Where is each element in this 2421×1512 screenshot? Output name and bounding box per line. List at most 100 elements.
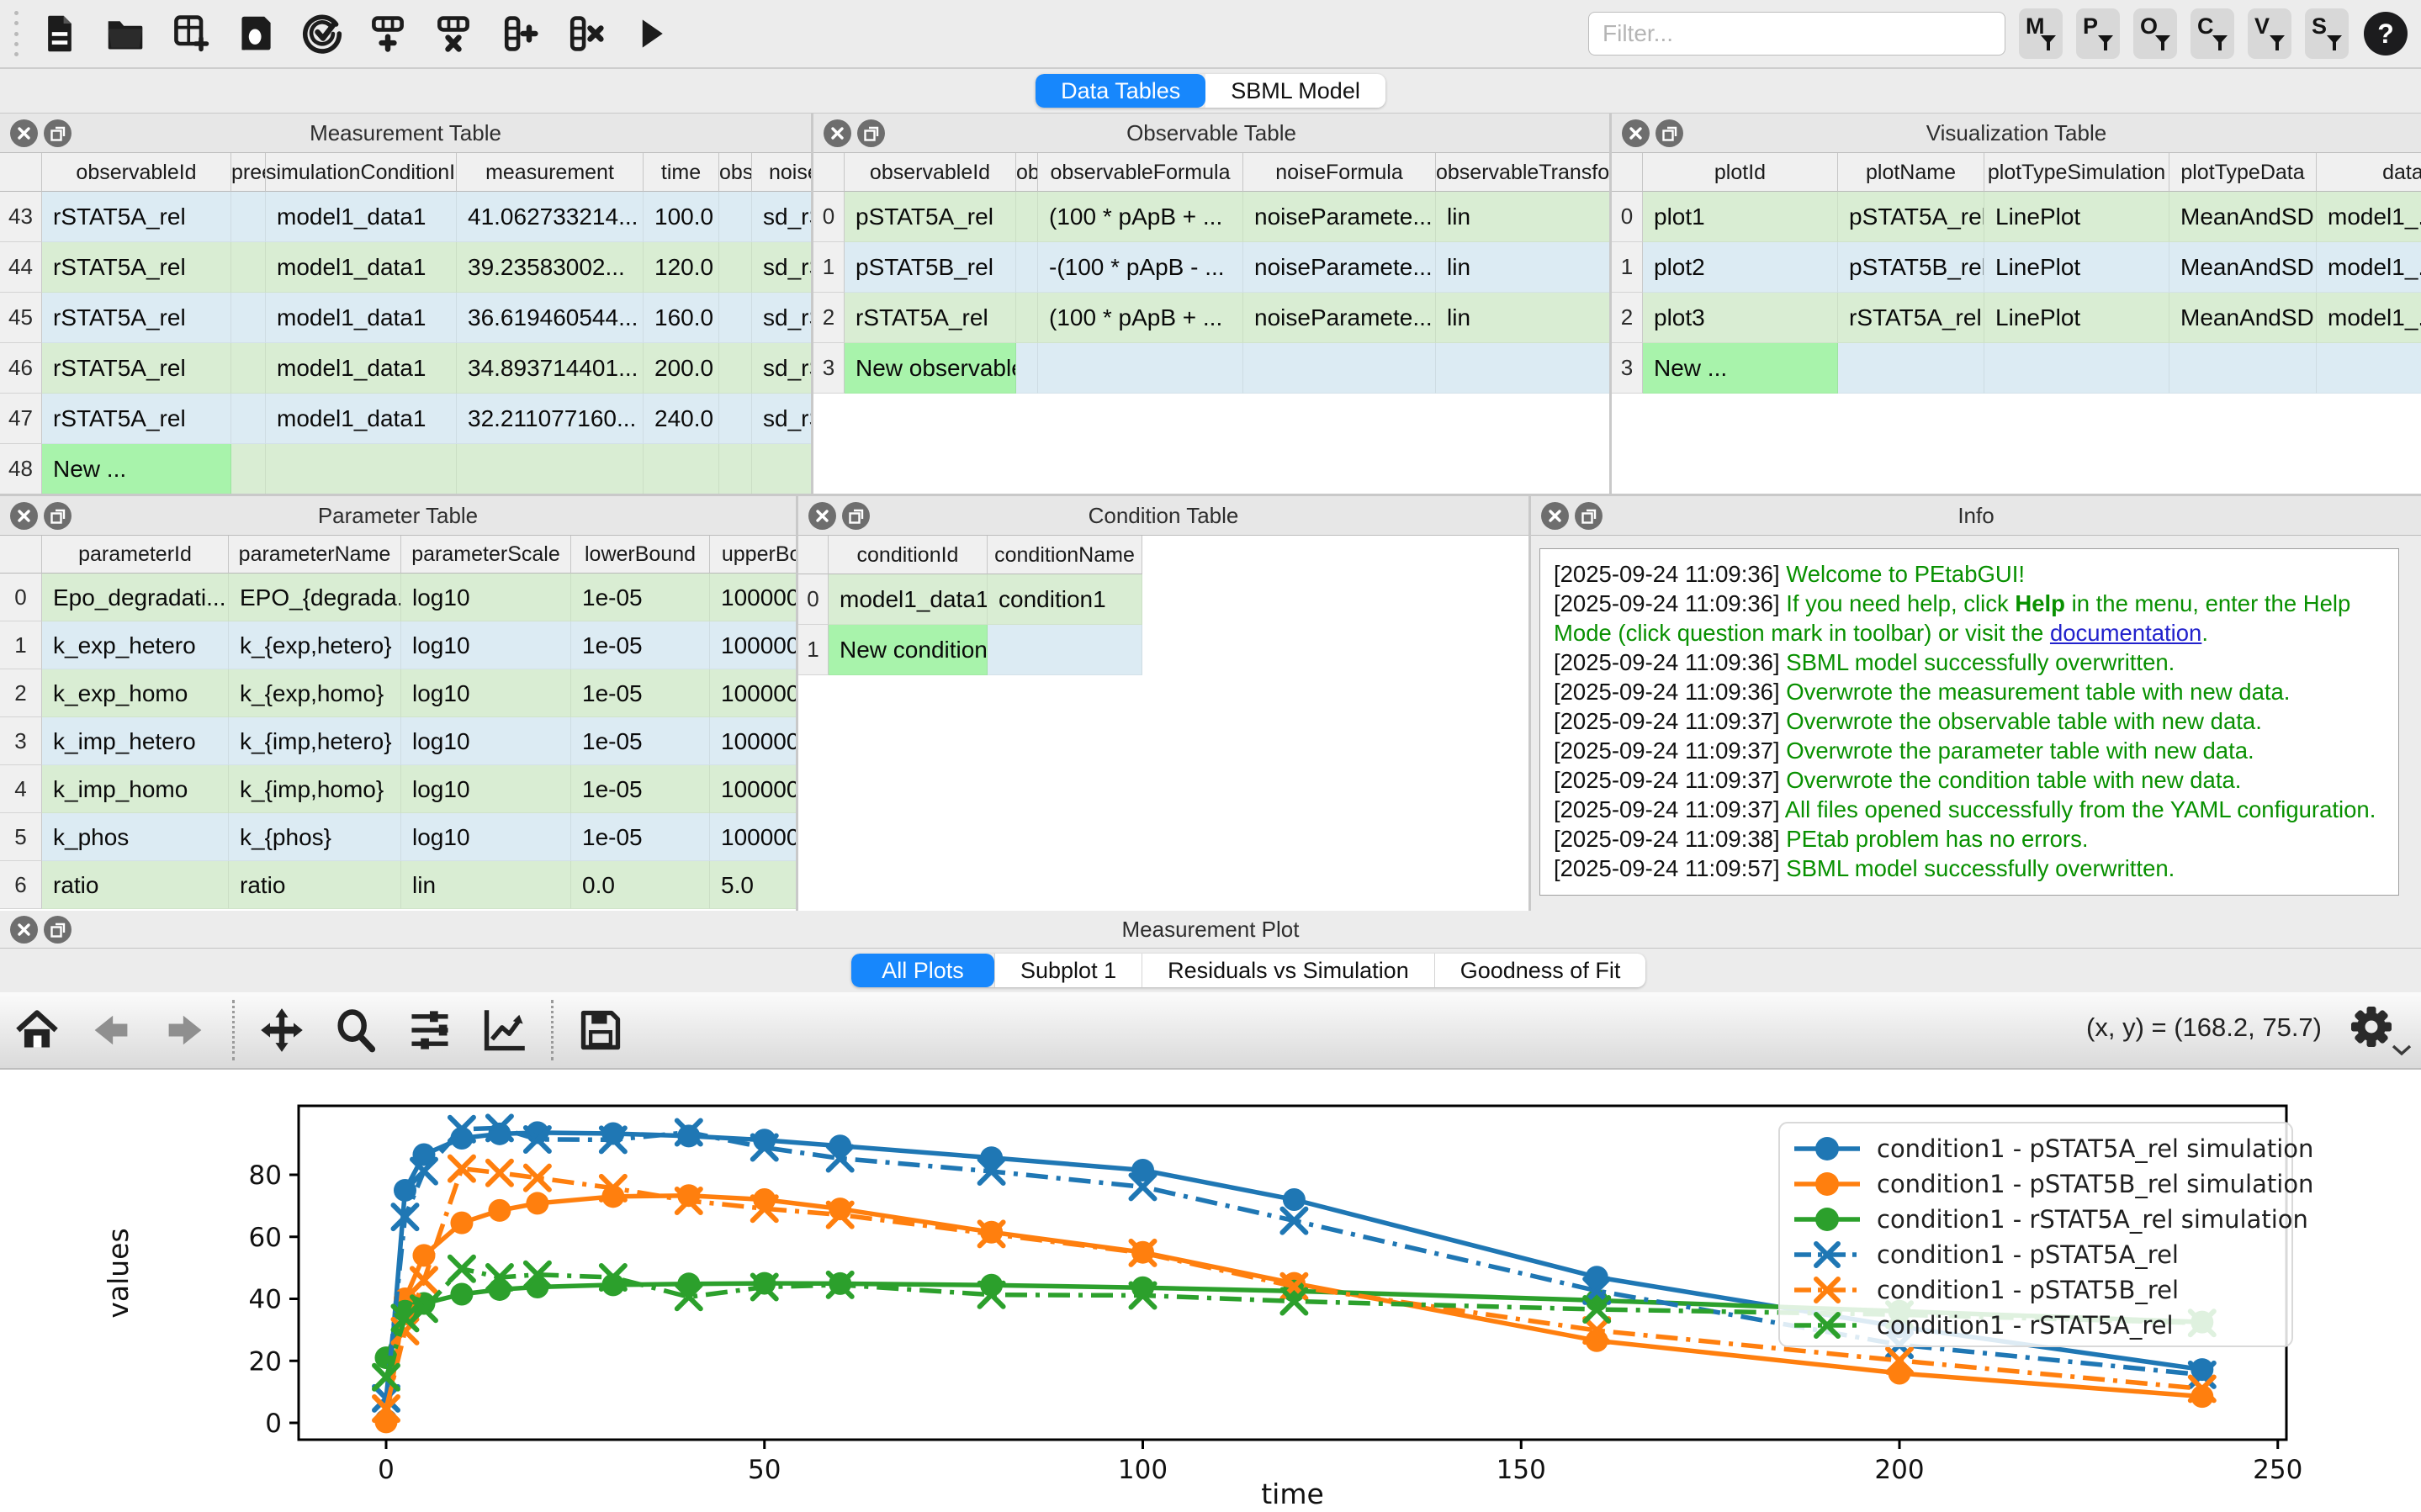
table-cell[interactable]: [719, 394, 752, 444]
table-cell[interactable]: [1838, 343, 1984, 394]
table-cell[interactable]: log10: [401, 669, 571, 717]
table-cell[interactable]: (100 * pApB + ...: [1038, 192, 1243, 242]
table-cell[interactable]: k_{exp,homo}: [229, 669, 401, 717]
table-cell[interactable]: plot2: [1643, 242, 1838, 293]
table-cell[interactable]: MeanAndSD: [2169, 242, 2317, 293]
row-number[interactable]: 48: [0, 444, 42, 494]
table-cell[interactable]: pSTAT5B_rel: [845, 242, 1016, 293]
forward-view-button[interactable]: [148, 997, 222, 1064]
table-cell[interactable]: [231, 444, 266, 494]
table-cell[interactable]: [719, 242, 752, 293]
table-cell[interactable]: 32.211077160...: [457, 394, 644, 444]
column-header[interactable]: parameterName: [229, 536, 401, 574]
measurement-plot-figure[interactable]: 050100150200250020406080timevaluescondit…: [0, 1070, 2421, 1512]
table-cell[interactable]: rSTAT5A_rel: [42, 343, 231, 394]
filter-sbml-button[interactable]: S: [2305, 8, 2349, 59]
subplot-config-button[interactable]: [393, 997, 467, 1064]
table-cell[interactable]: [1016, 343, 1038, 394]
filter-input[interactable]: [1588, 12, 2005, 56]
new-file-button[interactable]: [27, 6, 93, 61]
table-cell[interactable]: model1_data1: [266, 293, 457, 343]
row-number[interactable]: 5: [0, 813, 42, 861]
table-cell[interactable]: New observable: [845, 343, 1016, 394]
table-cell[interactable]: MeanAndSD: [2169, 293, 2317, 343]
column-header[interactable]: plotTypeSimulation: [1984, 153, 2169, 192]
table-cell[interactable]: sd_rSTAT5A_rel: [752, 242, 811, 293]
table-cell[interactable]: [1984, 343, 2169, 394]
tab-sbml-model[interactable]: SBML Model: [1205, 74, 1385, 108]
float-panel-button[interactable]: [1575, 502, 1603, 530]
row-number[interactable]: 2: [1612, 293, 1643, 343]
table-cell[interactable]: 1e-05: [571, 574, 710, 621]
validate-button[interactable]: [289, 6, 355, 61]
table-cell[interactable]: 100000: [710, 621, 796, 669]
table-cell[interactable]: [457, 444, 644, 494]
row-number[interactable]: 0: [813, 192, 845, 242]
plot-settings-button[interactable]: [2345, 1001, 2397, 1055]
column-header[interactable]: upperBound: [710, 536, 796, 574]
table-cell[interactable]: 160.0: [644, 293, 719, 343]
row-number[interactable]: 0: [0, 574, 42, 621]
column-header[interactable]: observableId: [42, 153, 231, 192]
column-header[interactable]: parameterScale: [401, 536, 571, 574]
table-cell[interactable]: [988, 625, 1142, 675]
table-cell[interactable]: log10: [401, 765, 571, 813]
close-panel-button[interactable]: [10, 119, 38, 147]
column-header[interactable]: plotTypeData: [2169, 153, 2317, 192]
table-cell[interactable]: LinePlot: [1984, 293, 2169, 343]
table-cell[interactable]: model1_data1: [266, 343, 457, 394]
table-cell[interactable]: [752, 444, 811, 494]
add-column-button[interactable]: [486, 6, 552, 61]
table-cell[interactable]: k_{exp,hetero}: [229, 621, 401, 669]
parameter-table[interactable]: parameterIdparameterNameparameterScale lo…: [0, 536, 796, 911]
table-cell[interactable]: sd_rSTAT5A_rel: [752, 343, 811, 394]
table-cell[interactable]: 1e-05: [571, 669, 710, 717]
row-number[interactable]: 45: [0, 293, 42, 343]
table-cell[interactable]: pSTAT5B_rel: [1838, 242, 1984, 293]
table-cell[interactable]: noiseParamete...: [1243, 293, 1436, 343]
measurement-table[interactable]: observableIdpreequilibrationConditionIds…: [0, 153, 811, 494]
table-cell[interactable]: k_imp_hetero: [42, 717, 229, 765]
column-header[interactable]: conditionId: [829, 536, 988, 574]
row-number[interactable]: 0: [798, 574, 829, 625]
table-cell[interactable]: plot1: [1643, 192, 1838, 242]
table-cell[interactable]: ratio: [229, 861, 401, 909]
table-cell[interactable]: [1243, 343, 1436, 394]
table-cell[interactable]: [231, 242, 266, 293]
tab-goodness-of-fit[interactable]: Goodness of Fit: [1434, 954, 1646, 987]
table-cell[interactable]: model1_...: [2317, 192, 2421, 242]
table-cell[interactable]: 36.619460544...: [457, 293, 644, 343]
column-header[interactable]: parameterId: [42, 536, 229, 574]
table-cell[interactable]: rSTAT5A_rel: [1838, 293, 1984, 343]
table-cell[interactable]: rSTAT5A_rel: [42, 192, 231, 242]
table-cell[interactable]: lin: [401, 861, 571, 909]
table-cell[interactable]: sd_rSTAT5A_rel: [752, 192, 811, 242]
table-cell[interactable]: 41.062733214...: [457, 192, 644, 242]
table-cell[interactable]: pSTAT5A_rel: [845, 192, 1016, 242]
delete-column-button[interactable]: [552, 6, 617, 61]
table-cell[interactable]: k_{phos}: [229, 813, 401, 861]
add-row-button[interactable]: [355, 6, 421, 61]
table-cell[interactable]: [719, 343, 752, 394]
table-cell[interactable]: 120.0: [644, 242, 719, 293]
float-panel-button[interactable]: [842, 502, 870, 530]
column-header[interactable]: plotId: [1643, 153, 1838, 192]
close-panel-button[interactable]: [808, 502, 836, 530]
row-number[interactable]: 43: [0, 192, 42, 242]
float-panel-button[interactable]: [1655, 119, 1683, 147]
table-cell[interactable]: model1_data1: [266, 394, 457, 444]
table-cell[interactable]: 240.0: [644, 394, 719, 444]
table-cell[interactable]: 1e-05: [571, 813, 710, 861]
row-number[interactable]: 2: [0, 669, 42, 717]
row-number[interactable]: 6: [0, 861, 42, 909]
plot-canvas[interactable]: 050100150200250020406080timevaluescondit…: [0, 1070, 2421, 1512]
table-cell[interactable]: [2317, 343, 2421, 394]
toolbar-grip[interactable]: [5, 6, 27, 61]
condition-table[interactable]: conditionIdconditionName0model1_data1con…: [798, 536, 1528, 911]
tab-data-tables[interactable]: Data Tables: [1036, 74, 1205, 108]
float-panel-button[interactable]: [857, 119, 885, 147]
table-cell[interactable]: [231, 293, 266, 343]
filter-conditions-button[interactable]: C: [2191, 8, 2234, 59]
row-number[interactable]: 1: [0, 621, 42, 669]
filter-measurements-button[interactable]: M: [2019, 8, 2063, 59]
